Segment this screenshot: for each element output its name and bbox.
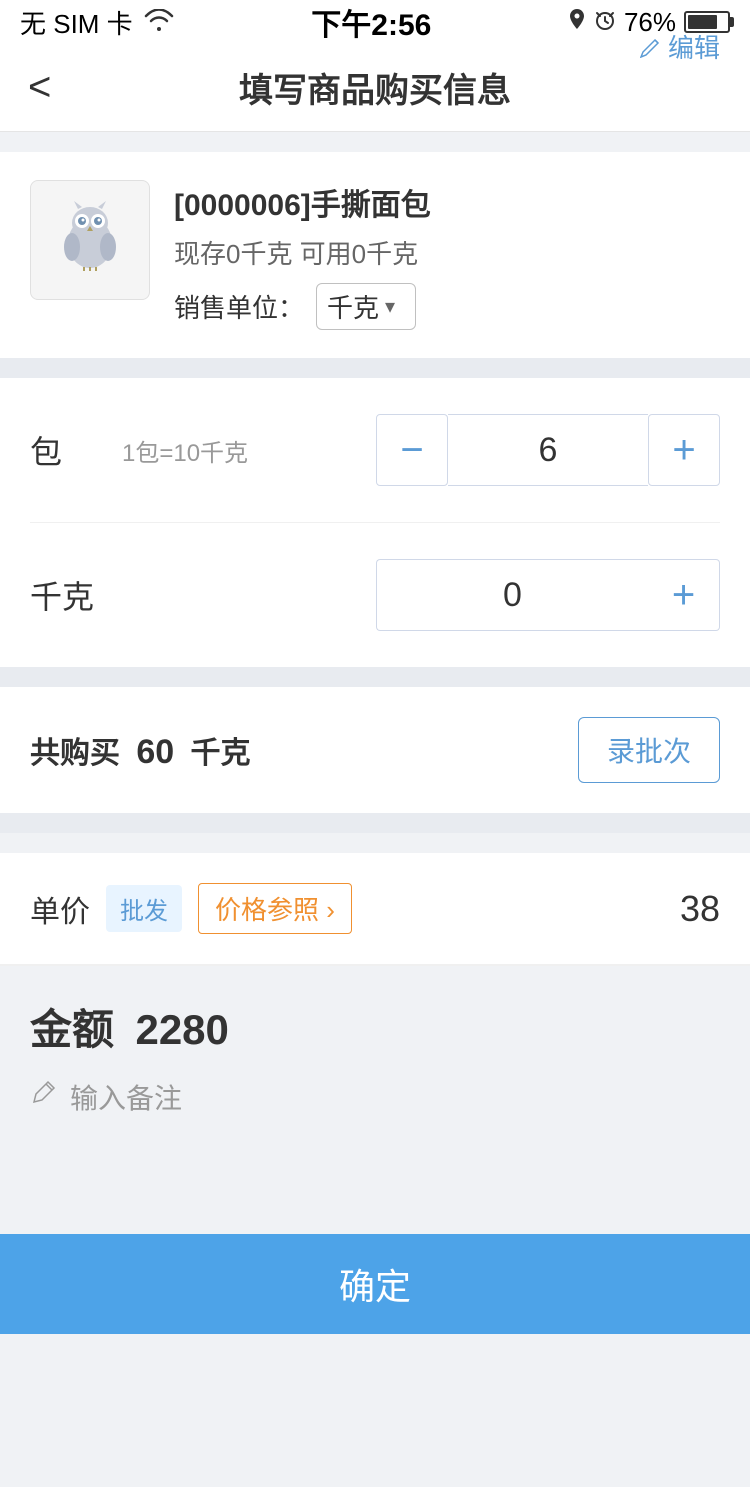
total-amount: 60 — [136, 733, 174, 771]
price-section: 单价 批发 价格参照 › 38 — [0, 853, 750, 964]
product-card: [0000006]手撕面包 现存0千克 可用0千克 销售单位： 千克 ▾ 编辑 — [0, 152, 750, 358]
kilogram-controls: 0 + — [376, 559, 720, 631]
kilogram-plus-button[interactable]: + — [648, 559, 720, 631]
package-controls: − 6 + — [376, 414, 720, 486]
product-image — [30, 180, 150, 300]
product-unit-row: 销售单位： 千克 ▾ — [174, 283, 720, 330]
unit-value: 千克 — [327, 288, 379, 325]
status-left: 无 SIM 卡 — [20, 4, 175, 41]
kilogram-label: 千克 — [30, 572, 110, 618]
edit-button[interactable]: 编辑 — [640, 28, 720, 65]
amount-value: 2280 — [135, 1006, 228, 1053]
back-button[interactable]: < — [28, 65, 51, 110]
product-stock: 现存0千克 可用0千克 — [174, 234, 720, 271]
alarm-icon — [594, 7, 616, 38]
product-name: [0000006]手撕面包 — [174, 180, 720, 224]
confirm-button[interactable]: 确定 — [0, 1234, 750, 1334]
amount-label: 金额 — [30, 1006, 114, 1053]
sim-label: 无 SIM 卡 — [20, 4, 133, 41]
section-divider-3 — [0, 813, 750, 833]
status-bar: 无 SIM 卡 下午2:56 76% — [0, 0, 750, 44]
unit-label: 销售单位： — [174, 288, 304, 325]
kilogram-value[interactable]: 0 — [376, 559, 648, 631]
price-ref-button[interactable]: 价格参照 › — [198, 883, 352, 934]
package-minus-button[interactable]: − — [376, 414, 448, 486]
total-unit: 千克 — [191, 737, 251, 770]
price-label: 单价 — [30, 887, 90, 931]
price-value: 38 — [680, 888, 720, 930]
edit-label: 编辑 — [668, 28, 720, 65]
status-time: 下午2:56 — [311, 0, 431, 44]
input-section: 包 1包=10千克 − 6 + 千克 0 + — [0, 378, 750, 667]
note-row[interactable]: 输入备注 — [30, 1077, 720, 1117]
amount-section: 金额 2280 输入备注 — [0, 966, 750, 1147]
amount-row: 金额 2280 — [30, 996, 720, 1057]
location-icon — [568, 7, 586, 38]
price-type-tag: 批发 — [106, 885, 182, 932]
nav-bar: < 填写商品购买信息 — [0, 44, 750, 132]
wifi-icon — [143, 7, 175, 38]
batch-button[interactable]: 录批次 — [578, 717, 720, 783]
package-sublabel: 1包=10千克 — [122, 433, 248, 468]
product-thumbnail — [50, 201, 130, 280]
package-row: 包 1包=10千克 − 6 + — [30, 378, 720, 523]
package-plus-button[interactable]: + — [648, 414, 720, 486]
dropdown-arrow-icon: ▾ — [385, 294, 395, 319]
page-title: 填写商品购买信息 — [239, 63, 511, 112]
pencil-icon — [30, 1080, 58, 1115]
package-value[interactable]: 6 — [448, 414, 648, 486]
kilogram-row: 千克 0 + — [30, 523, 720, 667]
total-prefix: 共购买 — [30, 737, 120, 770]
unit-select[interactable]: 千克 ▾ — [316, 283, 416, 330]
package-label: 包 — [30, 427, 110, 473]
note-label: 输入备注 — [70, 1077, 182, 1117]
section-divider-2 — [0, 667, 750, 687]
section-divider-1 — [0, 358, 750, 378]
product-info: [0000006]手撕面包 现存0千克 可用0千克 销售单位： 千克 ▾ — [174, 180, 720, 330]
total-text: 共购买 60 千克 — [30, 728, 251, 772]
total-section: 共购买 60 千克 录批次 — [0, 687, 750, 813]
